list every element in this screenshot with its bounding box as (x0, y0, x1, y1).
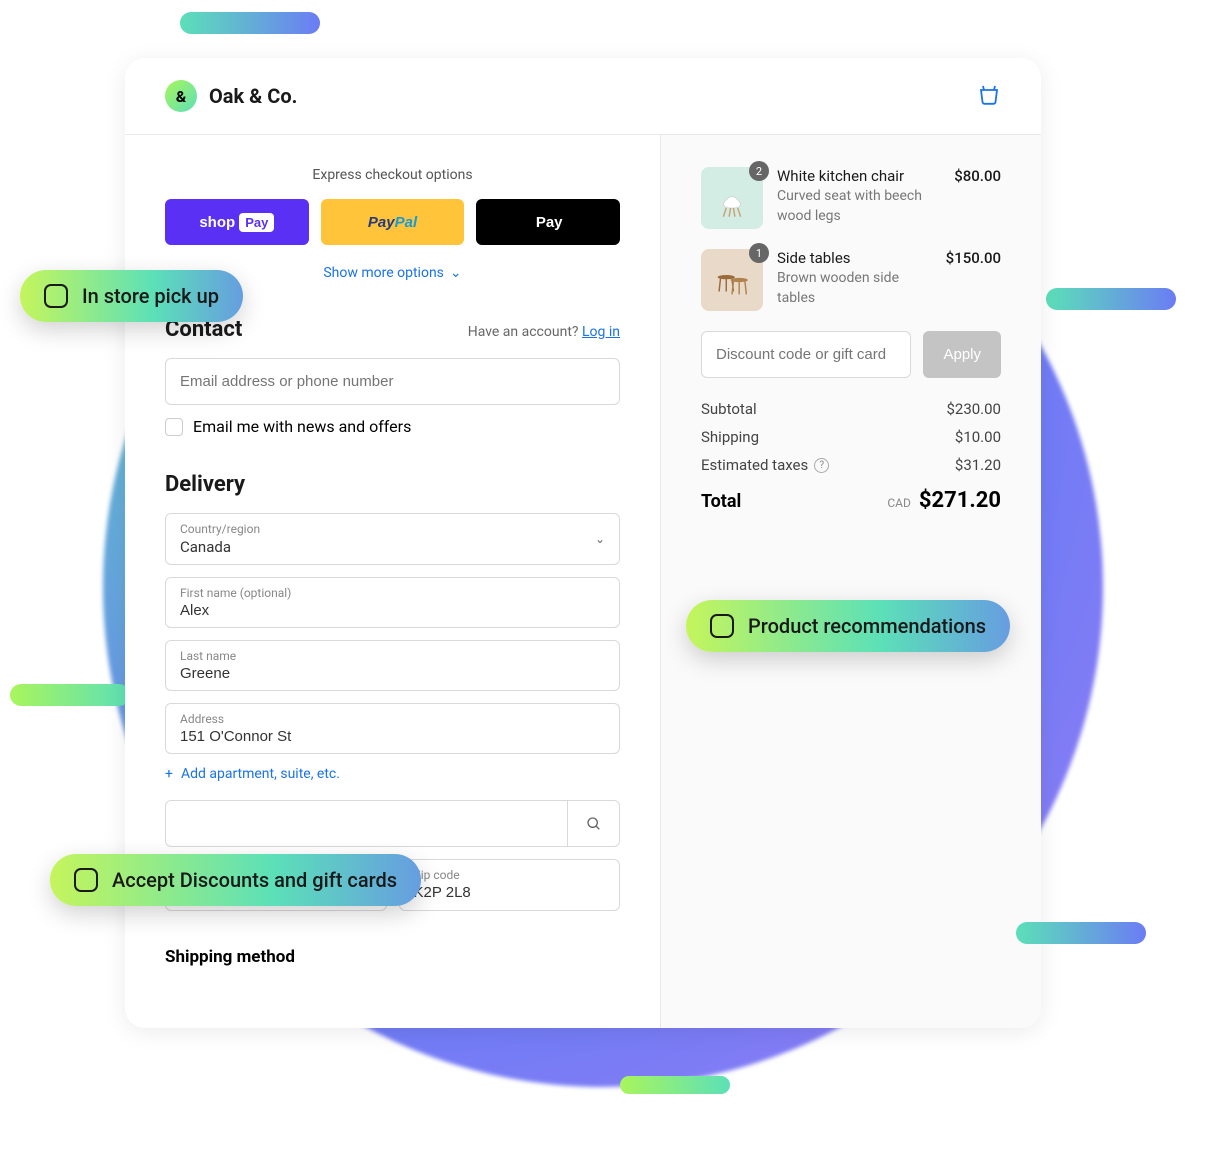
item-subtitle: Curved seat with beech wood legs (777, 187, 940, 226)
paypal-button[interactable]: PayPal (321, 199, 465, 245)
account-prompt: Have an account? Log in (468, 324, 620, 340)
shipping-value: $10.00 (955, 428, 1001, 446)
apple-pay-button[interactable]: Pay (476, 199, 620, 245)
express-pay-row: shopPay PayPal Pay (165, 199, 620, 245)
brand[interactable]: & Oak & Co. (165, 80, 297, 112)
add-apartment-link[interactable]: + Add apartment, suite, etc. (165, 766, 620, 782)
feature-pill-recommendations: Product recommendations (686, 600, 1010, 652)
total-currency: CAD (887, 496, 911, 510)
shipping-row: Shipping $10.00 (701, 428, 1001, 446)
qty-badge: 2 (749, 161, 769, 181)
city-search-field (165, 800, 620, 847)
item-title: White kitchen chair (777, 167, 940, 185)
item-price: $150.00 (946, 249, 1001, 267)
item-price: $80.00 (954, 167, 1001, 185)
search-button[interactable] (567, 801, 619, 846)
total-label: Total (701, 491, 741, 512)
delivery-title: Delivery (165, 472, 245, 497)
qty-badge: 1 (749, 243, 769, 263)
table-icon (709, 257, 755, 303)
tax-row: Estimated taxes ? $31.20 (701, 456, 1001, 474)
newsletter-label: Email me with news and offers (193, 417, 411, 436)
total-row: Total CAD $271.20 (701, 488, 1001, 513)
shipping-method-title: Shipping method (165, 947, 620, 967)
country-field[interactable]: Country/region Canada ⌄ (165, 513, 620, 565)
subtotal-row: Subtotal $230.00 (701, 400, 1001, 418)
checkbox-icon (710, 614, 734, 638)
address-input[interactable] (166, 704, 619, 753)
shop-pay-button[interactable]: shopPay (165, 199, 309, 245)
decorative-blob (10, 684, 130, 706)
product-thumb: 1 (701, 249, 763, 311)
item-title: Side tables (777, 249, 932, 267)
cart-item: 2 White kitchen chair Curved seat with b… (701, 167, 1001, 229)
header: & Oak & Co. (125, 58, 1041, 135)
help-icon[interactable]: ? (814, 458, 829, 473)
plus-icon: + (165, 766, 173, 782)
chevron-down-icon: ⌄ (595, 532, 605, 546)
total-amount: $271.20 (919, 488, 1001, 513)
decorative-blob (620, 1076, 730, 1094)
feature-pill-discounts: Accept Discounts and gift cards (50, 854, 421, 906)
address-label: Address (180, 712, 224, 726)
order-summary: 2 White kitchen chair Curved seat with b… (661, 135, 1041, 1028)
subtotal-value: $230.00 (946, 400, 1001, 418)
pill-label: Product recommendations (748, 614, 986, 638)
subtotal-label: Subtotal (701, 400, 757, 418)
decorative-blob (1016, 922, 1146, 944)
brand-logo-icon: & (165, 80, 197, 112)
item-subtitle: Brown wooden side tables (777, 269, 932, 308)
discount-input[interactable] (702, 332, 910, 377)
decorative-blob (180, 12, 320, 34)
email-input[interactable] (166, 359, 619, 404)
city-input[interactable] (166, 801, 619, 846)
tax-value: $31.20 (955, 456, 1001, 474)
last-name-label: Last name (180, 649, 236, 663)
checkbox-icon (44, 284, 68, 308)
login-link[interactable]: Log in (582, 324, 620, 340)
discount-field (701, 331, 911, 378)
chevron-down-icon: ⌄ (450, 265, 462, 281)
email-field-wrap (165, 358, 620, 405)
discount-row: Apply (701, 331, 1001, 378)
newsletter-checkbox[interactable] (165, 418, 183, 436)
product-thumb: 2 (701, 167, 763, 229)
pill-label: Accept Discounts and gift cards (112, 868, 397, 892)
show-more-label: Show more options (323, 265, 444, 281)
cart-icon[interactable] (977, 84, 1001, 108)
checkbox-icon (74, 868, 98, 892)
pill-label: In store pick up (82, 284, 219, 308)
shipping-label: Shipping (701, 428, 759, 446)
zip-field: Zip code (399, 859, 621, 911)
add-apartment-label: Add apartment, suite, etc. (181, 766, 340, 782)
country-label: Country/region (180, 522, 260, 536)
last-name-field: Last name (165, 640, 620, 691)
chair-icon (709, 175, 755, 221)
newsletter-row[interactable]: Email me with news and offers (165, 417, 620, 436)
address-field: Address (165, 703, 620, 754)
cart-item: 1 Side tables Brown wooden side tables $… (701, 249, 1001, 311)
brand-name: Oak & Co. (209, 84, 297, 108)
first-name-label: First name (optional) (180, 586, 291, 600)
feature-pill-pickup: In store pick up (20, 270, 243, 322)
apply-button[interactable]: Apply (923, 331, 1001, 378)
tax-label: Estimated taxes (701, 456, 808, 474)
first-name-field: First name (optional) (165, 577, 620, 628)
express-checkout-title: Express checkout options (165, 167, 620, 183)
decorative-blob (1046, 288, 1176, 310)
